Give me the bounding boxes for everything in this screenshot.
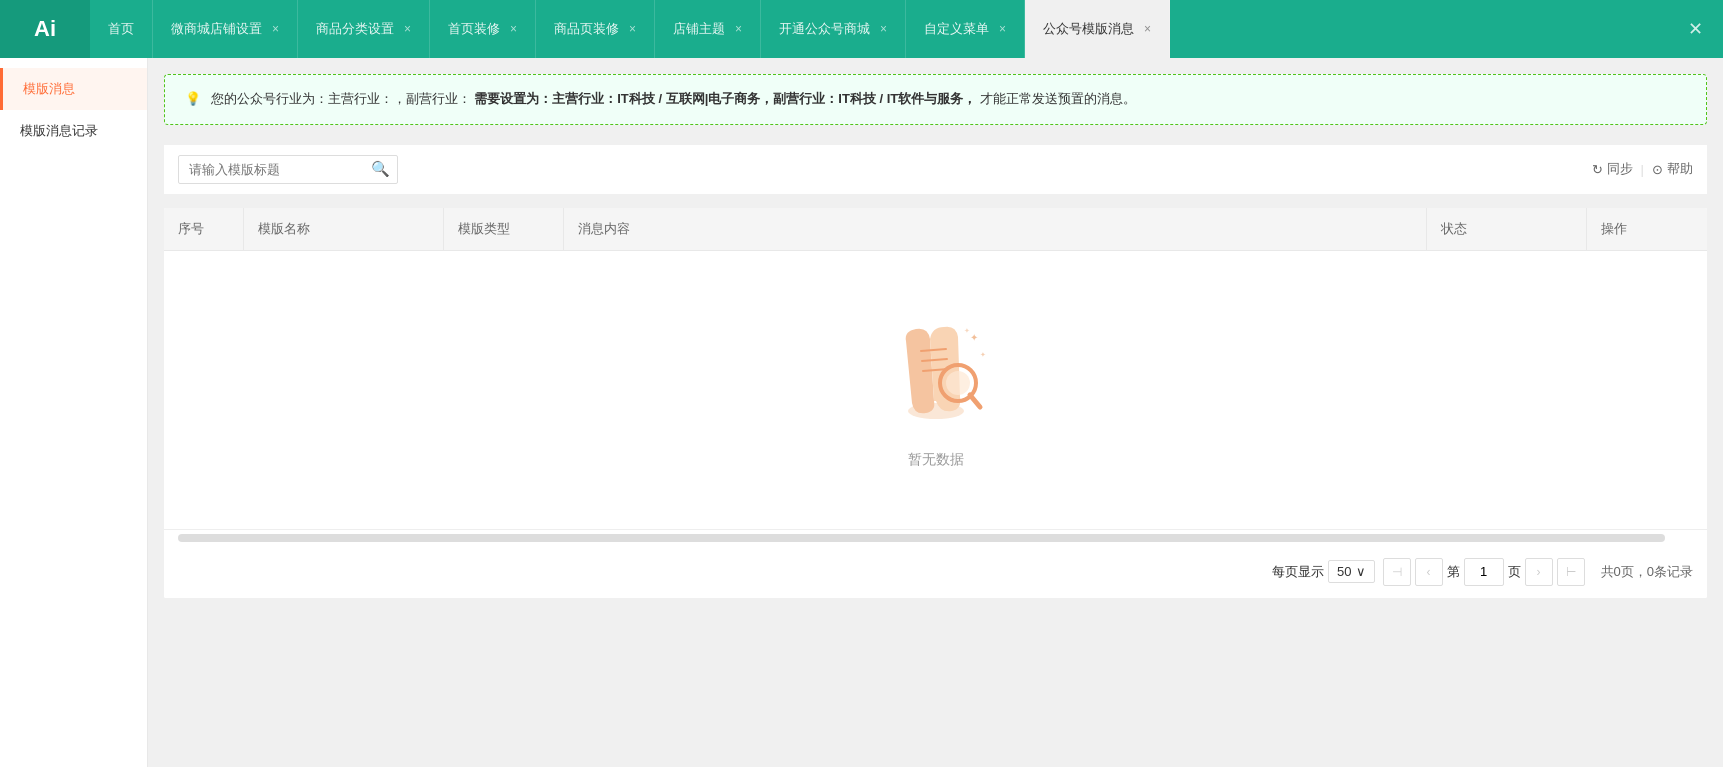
tab-close-template-msg[interactable]: × — [1144, 22, 1151, 36]
sync-label: 同步 — [1607, 160, 1633, 178]
scroll-area — [164, 529, 1707, 546]
nav-tab-home-decor[interactable]: 首页装修 × — [430, 0, 536, 58]
svg-line-6 — [970, 395, 980, 407]
close-all-button[interactable]: ✕ — [1668, 18, 1723, 40]
search-left: 🔍 — [178, 155, 398, 184]
tab-close-home-decor[interactable]: × — [510, 22, 517, 36]
horizontal-scrollbar[interactable] — [178, 534, 1665, 542]
per-page-label: 每页显示 — [1272, 563, 1324, 581]
tab-label: 商品分类设置 — [316, 20, 394, 38]
nav-tab-shop-settings[interactable]: 微商城店铺设置 × — [153, 0, 298, 58]
tab-label: 自定义菜单 — [924, 20, 989, 38]
tab-close-category-settings[interactable]: × — [404, 22, 411, 36]
first-page-button[interactable]: ⊣ — [1383, 558, 1411, 586]
divider: | — [1641, 162, 1644, 177]
th-content: 消息内容 — [564, 208, 1427, 250]
notice-banner: 💡 您的公众号行业为：主营行业：，副营行业： 需要设置为：主营行业：IT科技 /… — [164, 74, 1707, 125]
sidebar: 模版消息模版消息记录 — [0, 58, 148, 767]
pagination-area: 每页显示 50 ∨ ⊣ ‹ 第 页 › ⊢ 共0页，0条记录 — [164, 546, 1707, 598]
th-seq: 序号 — [164, 208, 244, 250]
search-input[interactable] — [178, 155, 398, 184]
sidebar-item-template-msg-log[interactable]: 模版消息记录 — [0, 110, 147, 152]
notice-suffix: 才能正常发送预置的消息。 — [980, 91, 1136, 106]
logo-text: Ai — [34, 16, 56, 42]
app-logo: Ai — [0, 0, 90, 58]
svg-point-5 — [946, 371, 970, 395]
per-page-dropdown[interactable]: 50 ∨ — [1328, 560, 1374, 583]
tab-close-shop-theme[interactable]: × — [735, 22, 742, 36]
help-label: 帮助 — [1667, 160, 1693, 178]
empty-illustration: ✦ ✦ ✦ — [876, 311, 996, 431]
th-action: 操作 — [1587, 208, 1707, 250]
empty-state: ✦ ✦ ✦ 暂无数据 — [164, 251, 1707, 529]
tab-label: 微商城店铺设置 — [171, 20, 262, 38]
page-total: 共0页，0条记录 — [1601, 563, 1693, 581]
tab-close-shop-settings[interactable]: × — [272, 22, 279, 36]
nav-tabs: 首页微商城店铺设置×商品分类设置×首页装修×商品页装修×店铺主题×开通公众号商城… — [90, 0, 1668, 58]
per-page-value: 50 — [1337, 564, 1351, 579]
tab-label: 首页 — [108, 20, 134, 38]
nav-tab-product-decor[interactable]: 商品页装修 × — [536, 0, 655, 58]
notice-highlight: 需要设置为：主营行业：IT科技 / 互联网|电子商务，副营行业：IT科技 / I… — [474, 91, 976, 106]
tab-label: 店铺主题 — [673, 20, 725, 38]
last-page-button[interactable]: ⊢ — [1557, 558, 1585, 586]
sync-button[interactable]: ↻ 同步 — [1592, 160, 1633, 178]
help-icon: ⊙ — [1652, 162, 1663, 177]
th-status: 状态 — [1427, 208, 1587, 250]
notice-prefix: 您的公众号行业为：主营行业：，副营行业： — [211, 91, 471, 106]
search-area: 🔍 ↻ 同步 | ⊙ 帮助 — [164, 145, 1707, 194]
nav-tab-custom-menu[interactable]: 自定义菜单 × — [906, 0, 1025, 58]
tab-close-open-mall[interactable]: × — [880, 22, 887, 36]
tab-label: 商品页装修 — [554, 20, 619, 38]
page-size-select: 每页显示 50 ∨ — [1272, 560, 1374, 583]
svg-text:✦: ✦ — [980, 351, 986, 358]
dropdown-arrow-icon: ∨ — [1356, 564, 1366, 579]
sync-icon: ↻ — [1592, 162, 1603, 177]
sidebar-item-template-msg[interactable]: 模版消息 — [0, 68, 147, 110]
tab-label: 开通公众号商城 — [779, 20, 870, 38]
nav-tab-template-msg[interactable]: 公众号模版消息 × — [1025, 0, 1170, 58]
prev-page-button[interactable]: ‹ — [1415, 558, 1443, 586]
notice-icon: 💡 — [185, 91, 201, 106]
tab-label: 公众号模版消息 — [1043, 20, 1134, 38]
page-label: 第 — [1447, 563, 1460, 581]
empty-text: 暂无数据 — [908, 451, 964, 469]
svg-text:✦: ✦ — [964, 327, 970, 334]
th-name: 模版名称 — [244, 208, 444, 250]
top-nav: Ai 首页微商城店铺设置×商品分类设置×首页装修×商品页装修×店铺主题×开通公众… — [0, 0, 1723, 58]
nav-tab-category-settings[interactable]: 商品分类设置 × — [298, 0, 430, 58]
tab-label: 首页装修 — [448, 20, 500, 38]
tab-close-custom-menu[interactable]: × — [999, 22, 1006, 36]
nav-tab-home[interactable]: 首页 — [90, 0, 153, 58]
th-type: 模版类型 — [444, 208, 564, 250]
content-area: 💡 您的公众号行业为：主营行业：，副营行业： 需要设置为：主营行业：IT科技 /… — [148, 58, 1723, 767]
page-input[interactable] — [1464, 558, 1504, 586]
nav-tab-open-mall[interactable]: 开通公众号商城 × — [761, 0, 906, 58]
search-right: ↻ 同步 | ⊙ 帮助 — [1592, 160, 1693, 178]
help-button[interactable]: ⊙ 帮助 — [1652, 160, 1693, 178]
table-header: 序号模版名称模版类型消息内容状态操作 — [164, 208, 1707, 251]
tab-close-product-decor[interactable]: × — [629, 22, 636, 36]
search-button[interactable]: 🔍 — [371, 160, 390, 178]
search-input-wrap: 🔍 — [178, 155, 398, 184]
page-nav: ⊣ ‹ 第 页 › ⊢ — [1383, 558, 1585, 586]
table-wrap: 序号模版名称模版类型消息内容状态操作 — [164, 208, 1707, 598]
main-layout: 模版消息模版消息记录 💡 您的公众号行业为：主营行业：，副营行业： 需要设置为：… — [0, 58, 1723, 767]
svg-text:✦: ✦ — [970, 332, 978, 343]
page-unit: 页 — [1508, 563, 1521, 581]
next-page-button[interactable]: › — [1525, 558, 1553, 586]
nav-tab-shop-theme[interactable]: 店铺主题 × — [655, 0, 761, 58]
